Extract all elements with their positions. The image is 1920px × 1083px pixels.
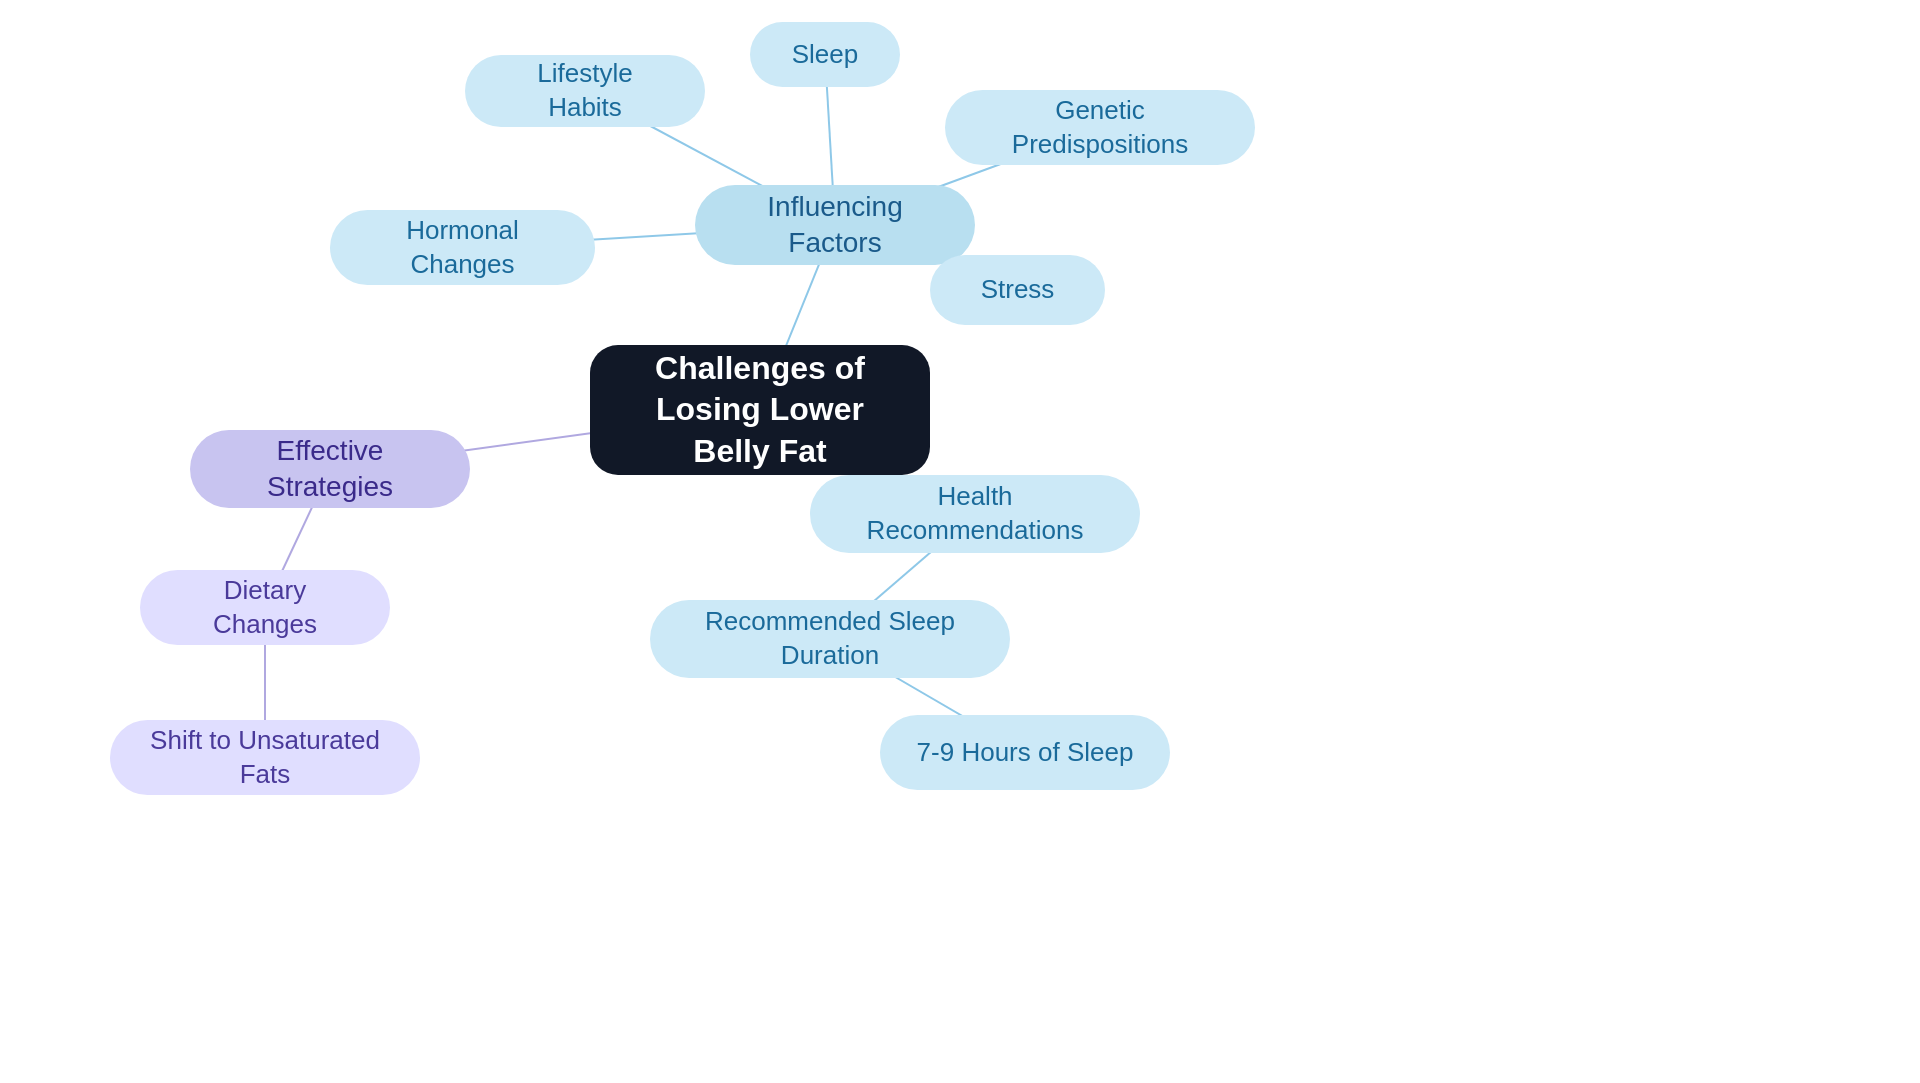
effective-strategies-label: Effective Strategies bbox=[222, 433, 438, 506]
health-recommendations-node: Health Recommendations bbox=[810, 475, 1140, 553]
hormonal-changes-label: Hormonal Changes bbox=[362, 214, 563, 282]
dietary-changes-node: Dietary Changes bbox=[140, 570, 390, 645]
shift-unsaturated-label: Shift to Unsaturated Fats bbox=[142, 724, 388, 792]
center-node: Challenges of Losing Lower Belly Fat bbox=[590, 345, 930, 475]
influencing-factors-label: Influencing Factors bbox=[727, 189, 943, 262]
seven-nine-hours-label: 7-9 Hours of Sleep bbox=[917, 736, 1134, 770]
shift-unsaturated-node: Shift to Unsaturated Fats bbox=[110, 720, 420, 795]
lifestyle-habits-node: Lifestyle Habits bbox=[465, 55, 705, 127]
stress-label: Stress bbox=[981, 273, 1055, 307]
center-label: Challenges of Losing Lower Belly Fat bbox=[622, 348, 898, 473]
influencing-factors-node: Influencing Factors bbox=[695, 185, 975, 265]
seven-nine-hours-node: 7-9 Hours of Sleep bbox=[880, 715, 1170, 790]
lifestyle-habits-label: Lifestyle Habits bbox=[497, 57, 673, 125]
dietary-changes-label: Dietary Changes bbox=[172, 574, 358, 642]
recommended-sleep-label: Recommended Sleep Duration bbox=[682, 605, 978, 673]
effective-strategies-node: Effective Strategies bbox=[190, 430, 470, 508]
stress-node: Stress bbox=[930, 255, 1105, 325]
genetic-predispositions-node: Genetic Predispositions bbox=[945, 90, 1255, 165]
health-recommendations-label: Health Recommendations bbox=[842, 480, 1108, 548]
recommended-sleep-node: Recommended Sleep Duration bbox=[650, 600, 1010, 678]
sleep-node: Sleep bbox=[750, 22, 900, 87]
sleep-label: Sleep bbox=[792, 38, 859, 72]
genetic-predispositions-label: Genetic Predispositions bbox=[977, 94, 1223, 162]
hormonal-changes-node: Hormonal Changes bbox=[330, 210, 595, 285]
